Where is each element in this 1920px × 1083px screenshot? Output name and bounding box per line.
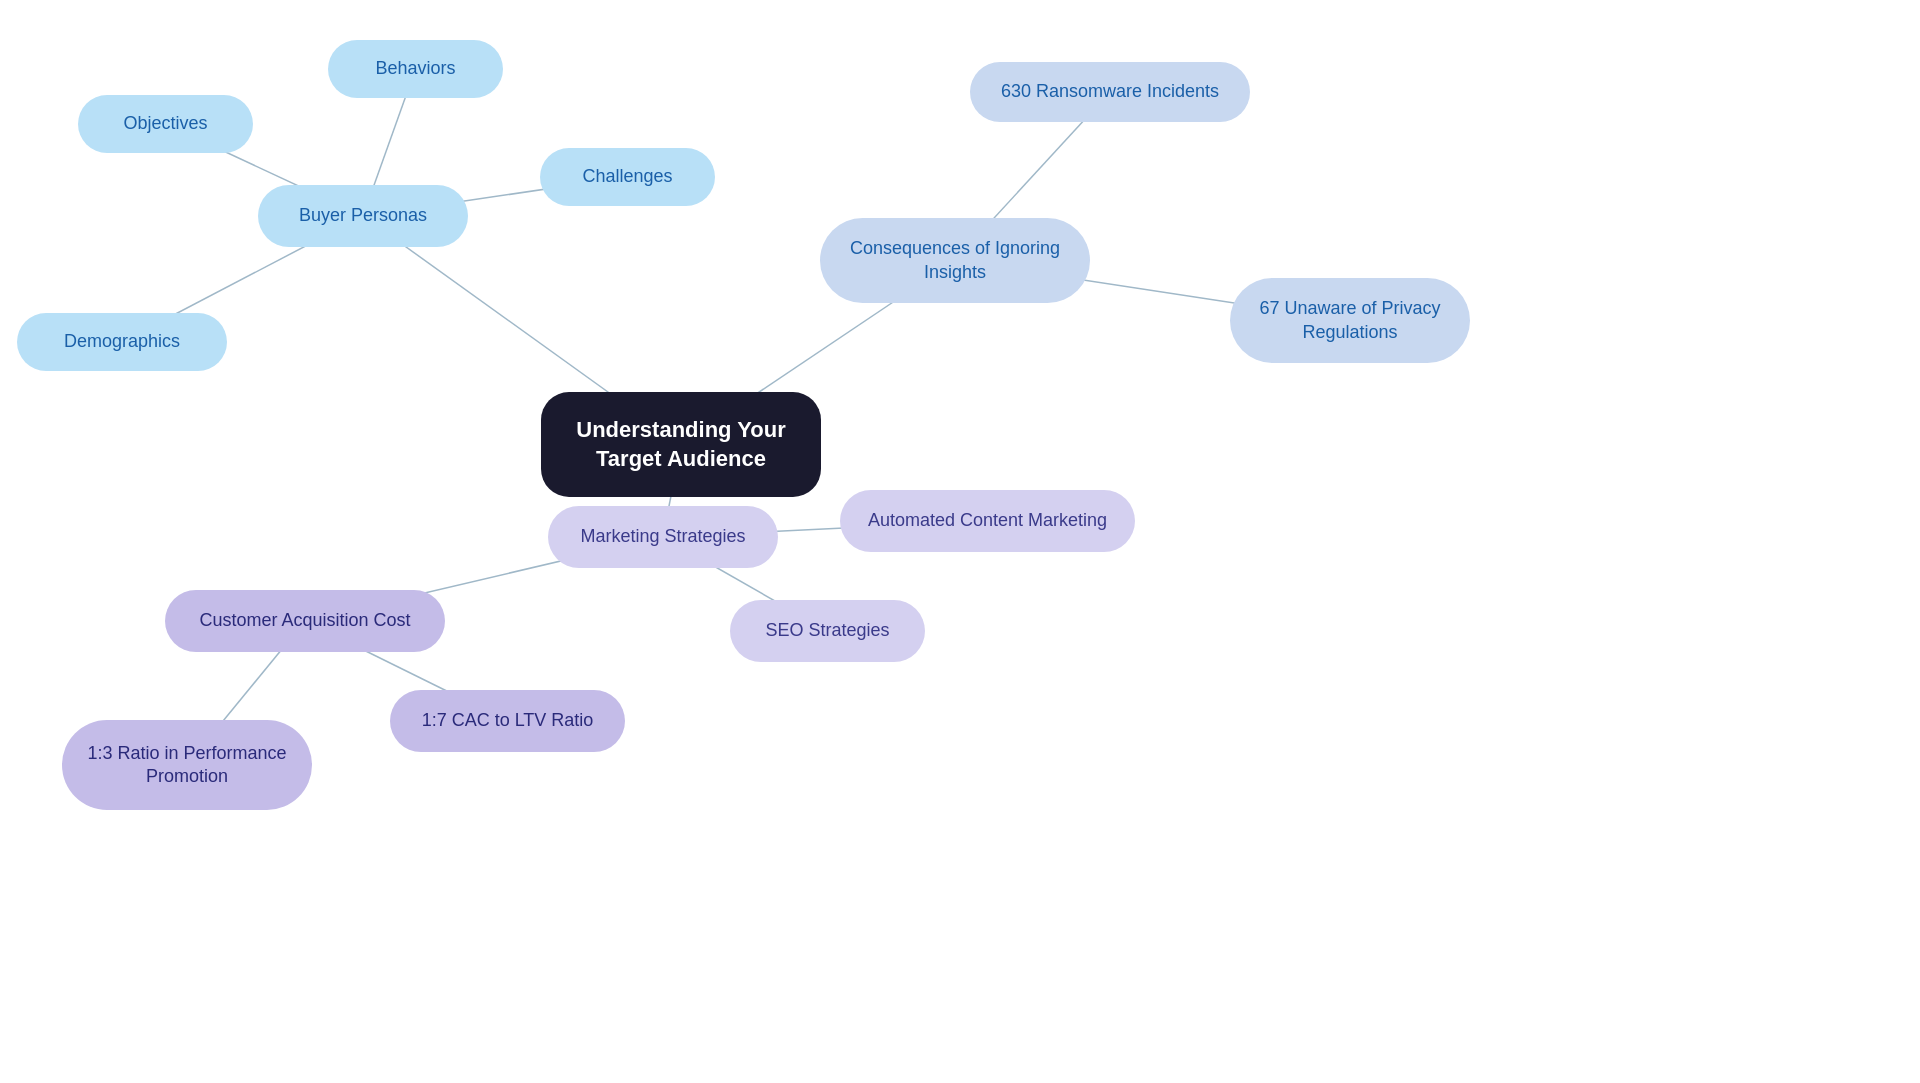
- seo-strategies-label: SEO Strategies: [765, 619, 889, 642]
- demographics-node[interactable]: Demographics: [17, 313, 227, 371]
- cac-label: Customer Acquisition Cost: [199, 609, 410, 632]
- marketing-strategies-node[interactable]: Marketing Strategies: [548, 506, 778, 568]
- automated-content-label: Automated Content Marketing: [868, 509, 1107, 532]
- behaviors-label: Behaviors: [375, 57, 455, 80]
- consequences-node[interactable]: Consequences of Ignoring Insights: [820, 218, 1090, 303]
- objectives-node[interactable]: Objectives: [78, 95, 253, 153]
- center-label: Understanding Your Target Audience: [563, 416, 799, 473]
- ransomware-label: 630 Ransomware Incidents: [1001, 80, 1219, 103]
- cac-node[interactable]: Customer Acquisition Cost: [165, 590, 445, 652]
- buyer-personas-node[interactable]: Buyer Personas: [258, 185, 468, 247]
- objectives-label: Objectives: [123, 112, 207, 135]
- challenges-label: Challenges: [582, 165, 672, 188]
- performance-node[interactable]: 1:3 Ratio in Performance Promotion: [62, 720, 312, 810]
- center-node[interactable]: Understanding Your Target Audience: [541, 392, 821, 497]
- automated-content-node[interactable]: Automated Content Marketing: [840, 490, 1135, 552]
- consequences-label: Consequences of Ignoring Insights: [842, 237, 1068, 284]
- privacy-label: 67 Unaware of Privacy Regulations: [1252, 297, 1448, 344]
- behaviors-node[interactable]: Behaviors: [328, 40, 503, 98]
- cac-ratio-node[interactable]: 1:7 CAC to LTV Ratio: [390, 690, 625, 752]
- challenges-node[interactable]: Challenges: [540, 148, 715, 206]
- performance-label: 1:3 Ratio in Performance Promotion: [84, 742, 290, 789]
- marketing-strategies-label: Marketing Strategies: [580, 525, 745, 548]
- cac-ratio-label: 1:7 CAC to LTV Ratio: [422, 709, 594, 732]
- seo-strategies-node[interactable]: SEO Strategies: [730, 600, 925, 662]
- privacy-node[interactable]: 67 Unaware of Privacy Regulations: [1230, 278, 1470, 363]
- demographics-label: Demographics: [64, 330, 180, 353]
- ransomware-node[interactable]: 630 Ransomware Incidents: [970, 62, 1250, 122]
- buyer-personas-label: Buyer Personas: [299, 204, 427, 227]
